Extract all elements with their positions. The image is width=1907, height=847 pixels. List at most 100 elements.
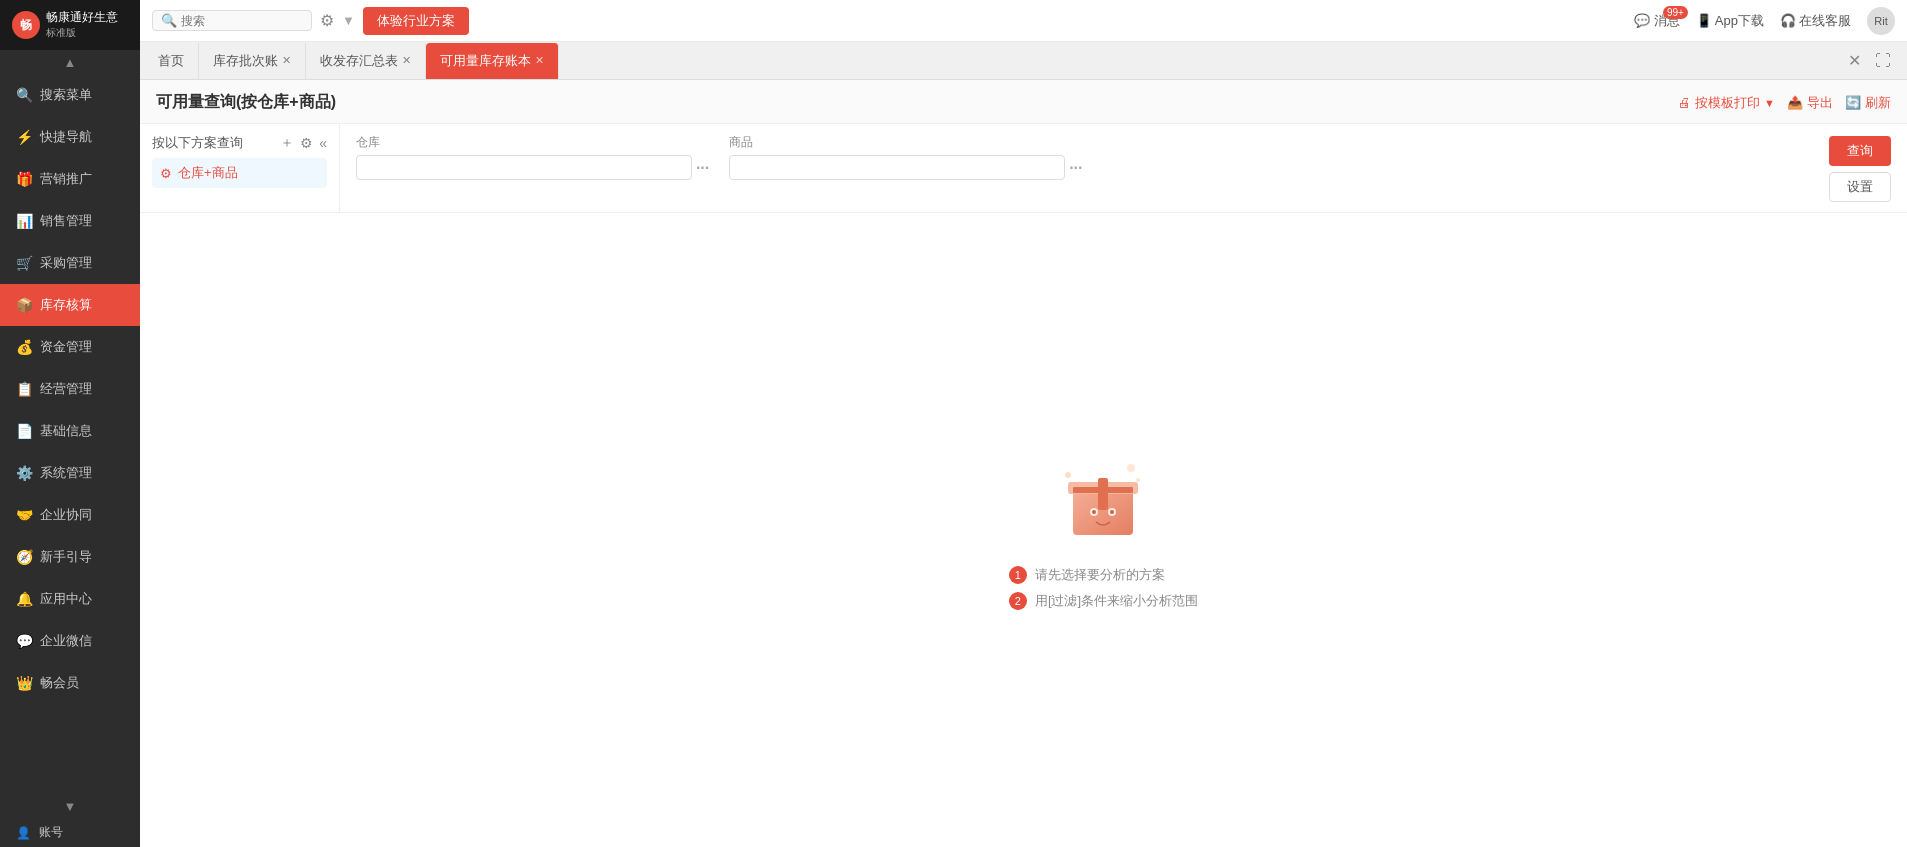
- close-tab-available[interactable]: ✕: [535, 54, 544, 67]
- message-icon: 💬: [1634, 13, 1650, 28]
- sidebar-item-operation[interactable]: 📋 经营管理: [0, 368, 140, 410]
- search-input[interactable]: [181, 14, 301, 28]
- svg-rect-2: [1098, 478, 1108, 510]
- purchase-icon: 🛒: [16, 255, 32, 271]
- export-action[interactable]: 📤 导出: [1787, 94, 1833, 112]
- sidebar-item-enterprise[interactable]: 🤝 企业协同: [0, 494, 140, 536]
- marketing-icon: 🎁: [16, 171, 32, 187]
- svg-point-10: [1110, 510, 1114, 514]
- tabs-bar: 首页 库存批次账 ✕ 收发存汇总表 ✕ 可用量库存账本 ✕ ✕ ⛶: [140, 42, 1907, 80]
- sidebar-item-search[interactable]: 🔍 搜索菜单: [0, 74, 140, 116]
- tab-batch-account[interactable]: 库存批次账 ✕: [199, 43, 306, 79]
- tip-num-2: 2: [1009, 592, 1027, 610]
- close-tab-collect[interactable]: ✕: [402, 54, 411, 67]
- settings-scheme-button[interactable]: ⚙: [300, 135, 313, 151]
- close-tab-batch[interactable]: ✕: [282, 54, 291, 67]
- warehouse-label: 仓库: [356, 134, 709, 151]
- collapse-filter-button[interactable]: «: [319, 135, 327, 151]
- warehouse-more-button[interactable]: ···: [696, 159, 709, 177]
- print-action[interactable]: 🖨 按模板打印 ▼: [1678, 94, 1775, 112]
- headset-icon: 🎧: [1780, 13, 1796, 28]
- product-label: 商品: [729, 134, 1082, 151]
- add-scheme-button[interactable]: ＋: [280, 134, 294, 152]
- tip-num-1: 1: [1009, 566, 1027, 584]
- message-notification[interactable]: 💬 消息 99+: [1634, 12, 1680, 30]
- sidebar-user-bottom[interactable]: 👤 账号: [0, 818, 140, 847]
- expand-button[interactable]: ⛶: [1871, 48, 1895, 74]
- topbar-search-box[interactable]: 🔍: [152, 10, 312, 31]
- product-field: 商品 ···: [729, 134, 1082, 180]
- app-download-link[interactable]: 📱 App下载: [1696, 12, 1764, 30]
- filter-scheme-item[interactable]: ⚙ 仓库+商品: [152, 158, 327, 188]
- wechat-icon: 💬: [16, 633, 32, 649]
- sidebar-item-marketing[interactable]: 🎁 营销推广: [0, 158, 140, 200]
- message-badge: 99+: [1663, 6, 1688, 19]
- sidebar-item-system[interactable]: ⚙️ 系统管理: [0, 452, 140, 494]
- svg-point-9: [1092, 510, 1096, 514]
- tabs-right-actions: ✕ ⛶: [1844, 47, 1903, 74]
- tab-collect-summary[interactable]: 收发存汇总表 ✕: [306, 43, 426, 79]
- gear-icon[interactable]: ⚙: [320, 11, 334, 30]
- svg-point-6: [1127, 464, 1135, 472]
- empty-tips: 1 请先选择要分析的方案 2 用[过滤]条件来缩小分析范围: [1009, 566, 1198, 610]
- sales-icon: 📊: [16, 213, 32, 229]
- online-service-link[interactable]: 🎧 在线客服: [1780, 12, 1851, 30]
- dropdown-icon[interactable]: ▼: [342, 13, 355, 28]
- sidebar-scroll-down[interactable]: ▼: [0, 794, 140, 818]
- sidebar: 畅 畅康通好生意 标准版 ▲ 🔍 搜索菜单 ⚡ 快捷导航 🎁 营销推广 📊 销售…: [0, 0, 140, 847]
- app-tag: 标准版: [46, 26, 118, 40]
- scheme-icon: ⚙: [160, 166, 172, 181]
- enterprise-icon: 🤝: [16, 507, 32, 523]
- svg-rect-3: [1073, 487, 1133, 493]
- quick-nav-icon: ⚡: [16, 129, 32, 145]
- sidebar-item-purchase[interactable]: 🛒 采购管理: [0, 242, 140, 284]
- refresh-icon: 🔄: [1845, 95, 1861, 110]
- empty-illustration: [1053, 450, 1153, 550]
- sidebar-item-apps[interactable]: 🔔 应用中心: [0, 578, 140, 620]
- filter-area: 按以下方案查询 ＋ ⚙ « ⚙ 仓库+商品 仓库 ·: [140, 124, 1907, 213]
- main-area: 🔍 ⚙ ▼ 体验行业方案 💬 消息 99+ 📱 App下载 🎧 在线客服 Rit: [140, 0, 1907, 847]
- product-input[interactable]: [729, 155, 1065, 180]
- product-more-button[interactable]: ···: [1069, 159, 1082, 177]
- trial-button[interactable]: 体验行业方案: [363, 7, 469, 35]
- page-title: 可用量查询(按仓库+商品): [156, 92, 336, 113]
- sidebar-scroll-up[interactable]: ▲: [0, 50, 140, 74]
- sidebar-header: 畅 畅康通好生意 标准版: [0, 0, 140, 50]
- inventory-icon: 📦: [16, 297, 32, 313]
- svg-point-5: [1136, 478, 1140, 482]
- system-icon: ⚙️: [16, 465, 32, 481]
- export-icon: 📤: [1787, 95, 1803, 110]
- svg-point-4: [1065, 472, 1071, 478]
- product-input-row: ···: [729, 155, 1082, 180]
- tip-1: 1 请先选择要分析的方案: [1009, 566, 1198, 584]
- member-icon: 👑: [16, 675, 32, 691]
- user-icon: 👤: [16, 826, 31, 840]
- query-button[interactable]: 查询: [1829, 136, 1891, 166]
- apps-icon: 🔔: [16, 591, 32, 607]
- app-icon: 畅: [12, 11, 40, 39]
- content-area: 可用量查询(按仓库+商品) 🖨 按模板打印 ▼ 📤 导出 🔄 刷新: [140, 80, 1907, 847]
- user-avatar[interactable]: Rit: [1867, 7, 1895, 35]
- settings-button[interactable]: 设置: [1829, 172, 1891, 202]
- empty-state: 1 请先选择要分析的方案 2 用[过滤]条件来缩小分析范围: [140, 213, 1907, 847]
- topbar-right: 💬 消息 99+ 📱 App下载 🎧 在线客服 Rit: [1634, 7, 1895, 35]
- operation-icon: 📋: [16, 381, 32, 397]
- sidebar-item-guide[interactable]: 🧭 新手引导: [0, 536, 140, 578]
- warehouse-input-row: ···: [356, 155, 709, 180]
- refresh-action[interactable]: 🔄 刷新: [1845, 94, 1891, 112]
- sidebar-item-basic[interactable]: 📄 基础信息: [0, 410, 140, 452]
- close-all-tabs-button[interactable]: ✕: [1844, 47, 1865, 74]
- tab-home[interactable]: 首页: [144, 43, 199, 79]
- filter-scheme-actions: ＋ ⚙ «: [280, 134, 327, 152]
- sidebar-item-wechat[interactable]: 💬 企业微信: [0, 620, 140, 662]
- sidebar-item-inventory[interactable]: 📦 库存核算: [0, 284, 140, 326]
- warehouse-input[interactable]: [356, 155, 692, 180]
- search-icon: 🔍: [16, 87, 32, 103]
- sidebar-item-finance[interactable]: 💰 资金管理: [0, 326, 140, 368]
- sidebar-item-quick-nav[interactable]: ⚡ 快捷导航: [0, 116, 140, 158]
- sidebar-item-sales[interactable]: 📊 销售管理: [0, 200, 140, 242]
- tab-available-stock[interactable]: 可用量库存账本 ✕: [426, 43, 559, 79]
- tip-2: 2 用[过滤]条件来缩小分析范围: [1009, 592, 1198, 610]
- sidebar-item-member[interactable]: 👑 畅会员: [0, 662, 140, 704]
- finance-icon: 💰: [16, 339, 32, 355]
